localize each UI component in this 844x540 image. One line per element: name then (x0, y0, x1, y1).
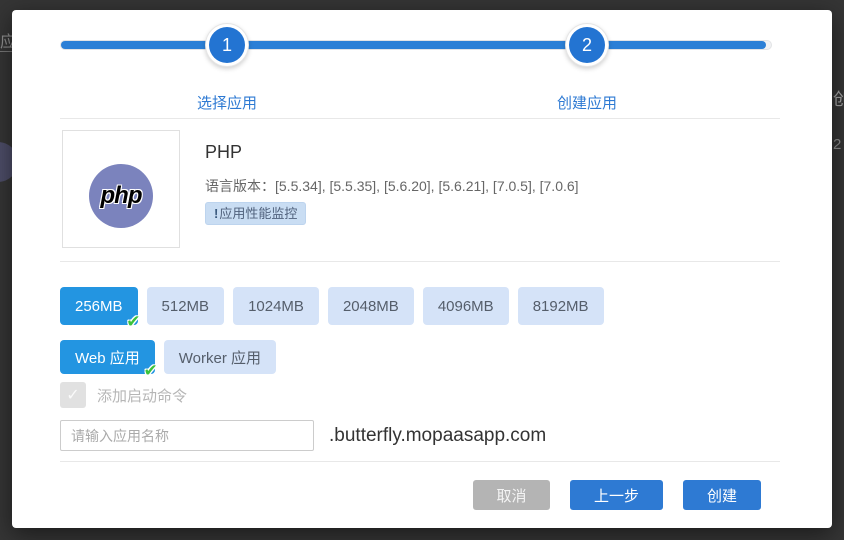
divider (60, 261, 780, 262)
divider (60, 118, 780, 119)
php-logo-icon: php (89, 164, 153, 228)
versions-list: [5.5.34], [5.5.35], [5.6.20], [5.6.21], … (275, 178, 579, 194)
domain-suffix: .butterfly.mopaasapp.com (329, 424, 547, 446)
app-type-option-worker[interactable]: Worker 应用 (163, 340, 276, 374)
memory-option-8192mb[interactable]: 8192MB (517, 287, 604, 325)
check-icon: ✓ (66, 387, 80, 404)
memory-option-label: 8192MB (532, 297, 589, 315)
create-button[interactable]: 创建 (683, 480, 761, 510)
startup-command-row: ✓ 添加启动命令 (60, 382, 187, 408)
cancel-button[interactable]: 取消 (473, 480, 550, 510)
memory-options-row: 256MB ✔ 512MB 1024MB 2048MB 4096MB 8192M… (60, 287, 604, 331)
step-2-number: 2 (569, 27, 605, 63)
php-logo-text: php (100, 182, 143, 209)
step-2-label[interactable]: 创建应用 (527, 92, 647, 113)
step-2-circle[interactable]: 2 (565, 23, 609, 67)
memory-option-512mb[interactable]: 512MB (146, 287, 225, 325)
memory-option-label: 256MB (75, 297, 123, 315)
background-partial-text: 应 (0, 28, 12, 52)
app-type-option-label: Web 应用 (75, 349, 140, 367)
step-1-circle[interactable]: 1 (205, 23, 249, 67)
check-icon: ✔ (143, 361, 158, 380)
background-partial-text: 2 (833, 136, 842, 153)
check-icon: ✔ (126, 312, 141, 331)
memory-option-2048mb[interactable]: 2048MB (327, 287, 414, 325)
memory-option-1024mb[interactable]: 1024MB (233, 287, 319, 325)
memory-option-256mb[interactable]: 256MB ✔ (60, 287, 141, 331)
stepper-track (60, 40, 772, 50)
apm-badge-label: 应用性能监控 (219, 206, 298, 221)
step-1-number: 1 (209, 27, 245, 63)
app-type-option-web[interactable]: Web 应用 ✔ (60, 340, 158, 380)
memory-option-4096mb[interactable]: 4096MB (422, 287, 509, 325)
app-name-row: .butterfly.mopaasapp.com (60, 420, 546, 451)
background-partial-text: 创 (833, 90, 844, 107)
step-1-label[interactable]: 选择应用 (167, 92, 287, 113)
startup-command-label: 添加启动命令 (97, 387, 188, 405)
app-versions: 语言版本：[5.5.34], [5.5.35], [5.6.20], [5.6.… (205, 176, 579, 196)
versions-label: 语言版本： (205, 178, 275, 194)
memory-option-label: 4096MB (437, 297, 494, 315)
apm-badge: !应用性能监控 (205, 202, 307, 225)
app-name-input[interactable] (60, 420, 314, 451)
app-name: PHP (205, 142, 243, 162)
selected-app-card: php (62, 130, 180, 248)
stepper-progress-bar (61, 41, 766, 49)
memory-option-label: 512MB (161, 297, 210, 315)
app-type-option-label: Worker 应用 (178, 349, 261, 367)
divider (60, 461, 780, 462)
exclamation-icon: ! (214, 206, 219, 221)
app-type-options-row: Web 应用 ✔ Worker 应用 (60, 340, 276, 380)
previous-step-button[interactable]: 上一步 (570, 480, 663, 510)
memory-option-label: 1024MB (248, 297, 304, 315)
create-app-modal: 1 2 选择应用 创建应用 php PHP 语言版本：[5.5.34], [5.… (12, 10, 832, 528)
memory-option-label: 2048MB (342, 297, 399, 315)
startup-command-checkbox[interactable]: ✓ (60, 382, 86, 408)
